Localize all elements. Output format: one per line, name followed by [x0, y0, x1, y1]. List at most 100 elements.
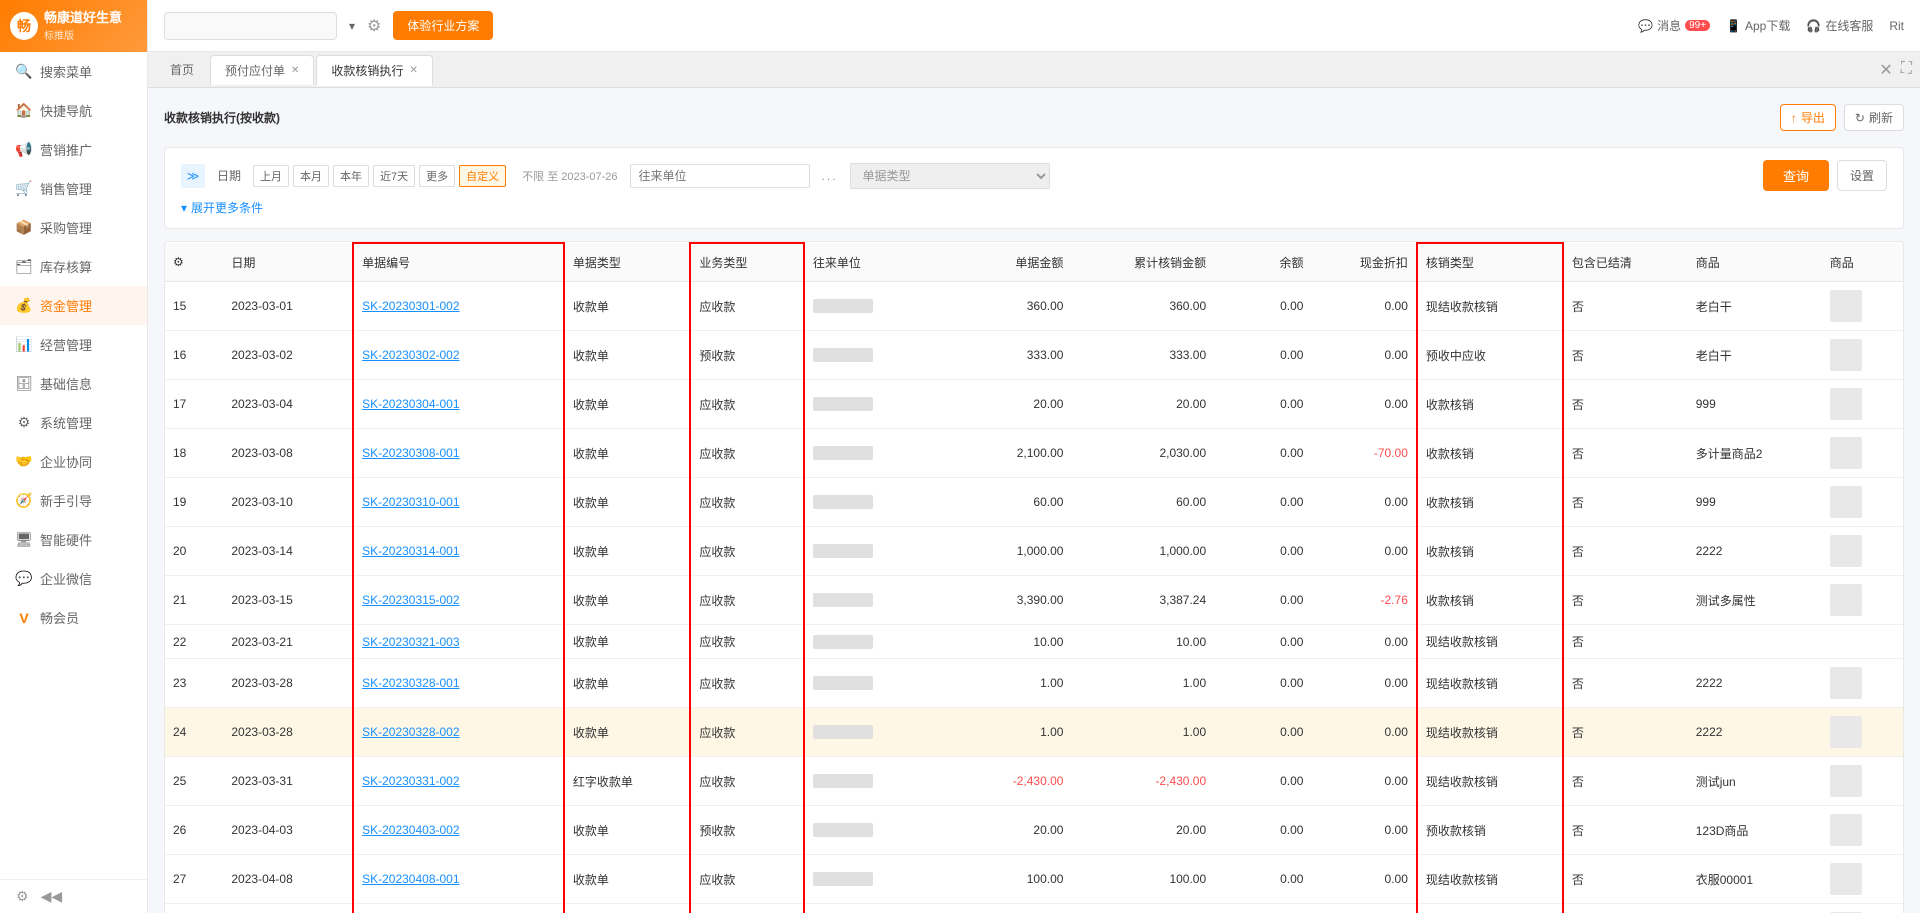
- party-blurred: [813, 774, 873, 788]
- message-button[interactable]: 💬 消息 99+: [1638, 17, 1710, 34]
- cell-goods: 999: [1688, 478, 1822, 527]
- sidebar-item-corp[interactable]: 🤝 企业协同: [0, 442, 147, 481]
- sidebar-item-marketing[interactable]: 📢 营销推广: [0, 130, 147, 169]
- bill-no-link[interactable]: SK-20230328-001: [362, 676, 459, 690]
- cell-party: [804, 576, 950, 625]
- cell-goods-img: [1822, 806, 1903, 855]
- more-date-button[interactable]: 更多: [419, 165, 455, 187]
- online-service-button[interactable]: 🎧 在线客服: [1806, 17, 1873, 34]
- cell-discount: 0.00: [1311, 331, 1416, 380]
- sidebar-item-hw[interactable]: 🖥 智能硬件: [0, 520, 147, 559]
- bill-no-link[interactable]: SK-20230331-002: [362, 774, 459, 788]
- sidebar-item-ops[interactable]: 📊 经营管理: [0, 325, 147, 364]
- cell-discount: 0.00: [1311, 478, 1416, 527]
- home-icon: 🏠: [16, 103, 32, 119]
- sidebar-item-quicknav[interactable]: 🏠 快捷导航: [0, 91, 147, 130]
- cell-goods: 2222: [1688, 708, 1822, 757]
- cell-goods-img: [1822, 380, 1903, 429]
- bill-no-link[interactable]: SK-20230315-002: [362, 593, 459, 607]
- bill-type-select[interactable]: 单据类型: [850, 163, 1050, 189]
- filter-row: ≫ 日期 上月 本月 本年 近7天 更多 自定义 不限 至 2023-07-26…: [181, 160, 1887, 191]
- tab-expand-icon[interactable]: ⛶: [1901, 60, 1912, 80]
- filter-expand-button[interactable]: ≫: [181, 164, 205, 188]
- goods-image: [1830, 814, 1862, 846]
- more-filters-dots[interactable]: ...: [822, 169, 838, 183]
- bill-no-link[interactable]: SK-20230403-002: [362, 823, 459, 837]
- cell-cum-verify: -2,430.00: [1071, 757, 1214, 806]
- bill-no-link[interactable]: SK-20230310-001: [362, 495, 459, 509]
- sidebar-collapse-icon[interactable]: ◀◀: [41, 888, 63, 905]
- cell-include-settled: 否: [1563, 806, 1688, 855]
- message-label: 消息: [1657, 17, 1681, 34]
- wx-icon: 💬: [16, 571, 32, 587]
- tab-prepay-close-icon[interactable]: ✕: [291, 65, 299, 76]
- cell-party: [804, 282, 950, 331]
- sidebar-item-inventory[interactable]: 🗂 库存核算: [0, 247, 147, 286]
- bill-no-link[interactable]: SK-20230321-003: [362, 635, 459, 649]
- party-blurred: [813, 725, 873, 739]
- cell-discount: 0.00: [1311, 806, 1416, 855]
- bill-no-link[interactable]: SK-20230308-001: [362, 446, 459, 460]
- sidebar-item-wx[interactable]: 💬 企业微信: [0, 559, 147, 598]
- cell-cum-verify: 360.00: [1071, 282, 1214, 331]
- sidebar-item-sales[interactable]: 🛒 销售管理: [0, 169, 147, 208]
- cell-bill-type: 收款单: [564, 429, 691, 478]
- topbar-dropdown[interactable]: ▾: [349, 19, 355, 33]
- sidebar-item-finance[interactable]: 💰 资金管理: [0, 286, 147, 325]
- cell-num: 20: [165, 527, 223, 576]
- custom-date-button[interactable]: 自定义: [459, 165, 506, 187]
- bill-no-link[interactable]: SK-20230328-002: [362, 725, 459, 739]
- tab-prepay[interactable]: 预付应付单 ✕: [210, 55, 314, 85]
- this-year-button[interactable]: 本年: [333, 165, 369, 187]
- cell-discount: 0.00: [1311, 757, 1416, 806]
- tab-verify-close-icon[interactable]: ✕: [409, 65, 417, 76]
- th-cum-verify: 累计核销金额: [1071, 243, 1214, 282]
- sidebar-item-system[interactable]: ⚙ 系统管理: [0, 403, 147, 442]
- expand-more-button[interactable]: ▾ 展开更多条件: [181, 199, 1887, 216]
- cell-balance: 0.00: [1214, 380, 1311, 429]
- solution-button[interactable]: 体验行业方案: [393, 11, 493, 40]
- date-filter-buttons: 上月 本月 本年 近7天 更多 自定义: [253, 165, 506, 187]
- tab-close-all-icon[interactable]: ✕: [1879, 60, 1892, 80]
- cell-bill-type: 红字收款单: [564, 757, 691, 806]
- setting-button[interactable]: 设置: [1837, 160, 1887, 191]
- party-filter-input[interactable]: [630, 164, 810, 188]
- cell-date: 2023-03-04: [223, 380, 353, 429]
- topbar-search-input[interactable]: [164, 12, 337, 40]
- user-name[interactable]: Rit: [1889, 19, 1904, 33]
- refresh-button[interactable]: ↻ 刷新: [1844, 104, 1904, 131]
- sidebar-item-purchase[interactable]: 📦 采购管理: [0, 208, 147, 247]
- bill-no-link[interactable]: SK-20230302-002: [362, 348, 459, 362]
- cell-num: 18: [165, 429, 223, 478]
- cell-bill-no: SK-20230418-001: [353, 904, 564, 913]
- sidebar-item-member[interactable]: V 畅会员: [0, 598, 147, 637]
- sidebar-item-search[interactable]: 🔍 搜索菜单: [0, 52, 147, 91]
- last-month-button[interactable]: 上月: [253, 165, 289, 187]
- bill-no-link[interactable]: SK-20230314-001: [362, 544, 459, 558]
- sidebar-item-guide[interactable]: 🧭 新手引导: [0, 481, 147, 520]
- bill-no-link[interactable]: SK-20230304-001: [362, 397, 459, 411]
- last-7days-button[interactable]: 近7天: [373, 165, 415, 187]
- this-month-button[interactable]: 本月: [293, 165, 329, 187]
- cell-goods-img: [1822, 478, 1903, 527]
- cell-discount: -2.76: [1311, 576, 1416, 625]
- query-button[interactable]: 查询: [1763, 160, 1829, 191]
- cell-party: [804, 331, 950, 380]
- export-button[interactable]: ↑ 导出: [1780, 104, 1836, 131]
- refresh-label: 刷新: [1869, 109, 1893, 126]
- topbar-gear-icon[interactable]: ⚙: [367, 16, 381, 36]
- cell-biz-type: 应收款: [690, 757, 804, 806]
- sidebar-item-base[interactable]: 🗄 基础信息: [0, 364, 147, 403]
- th-goods: 商品: [1688, 243, 1822, 282]
- goods-image: [1830, 716, 1862, 748]
- cell-include-settled: 否: [1563, 380, 1688, 429]
- cell-balance: 0.00: [1214, 855, 1311, 904]
- settings-gear-icon[interactable]: ⚙: [16, 888, 29, 905]
- bill-no-link[interactable]: SK-20230408-001: [362, 872, 459, 886]
- tab-home[interactable]: 首页: [156, 55, 208, 84]
- cell-bill-type: 收款单: [564, 659, 691, 708]
- tab-verify[interactable]: 收款核销执行 ✕: [316, 55, 432, 86]
- app-download-button[interactable]: 📱 App下载: [1726, 17, 1790, 34]
- th-settings[interactable]: ⚙: [165, 243, 223, 282]
- bill-no-link[interactable]: SK-20230301-002: [362, 299, 459, 313]
